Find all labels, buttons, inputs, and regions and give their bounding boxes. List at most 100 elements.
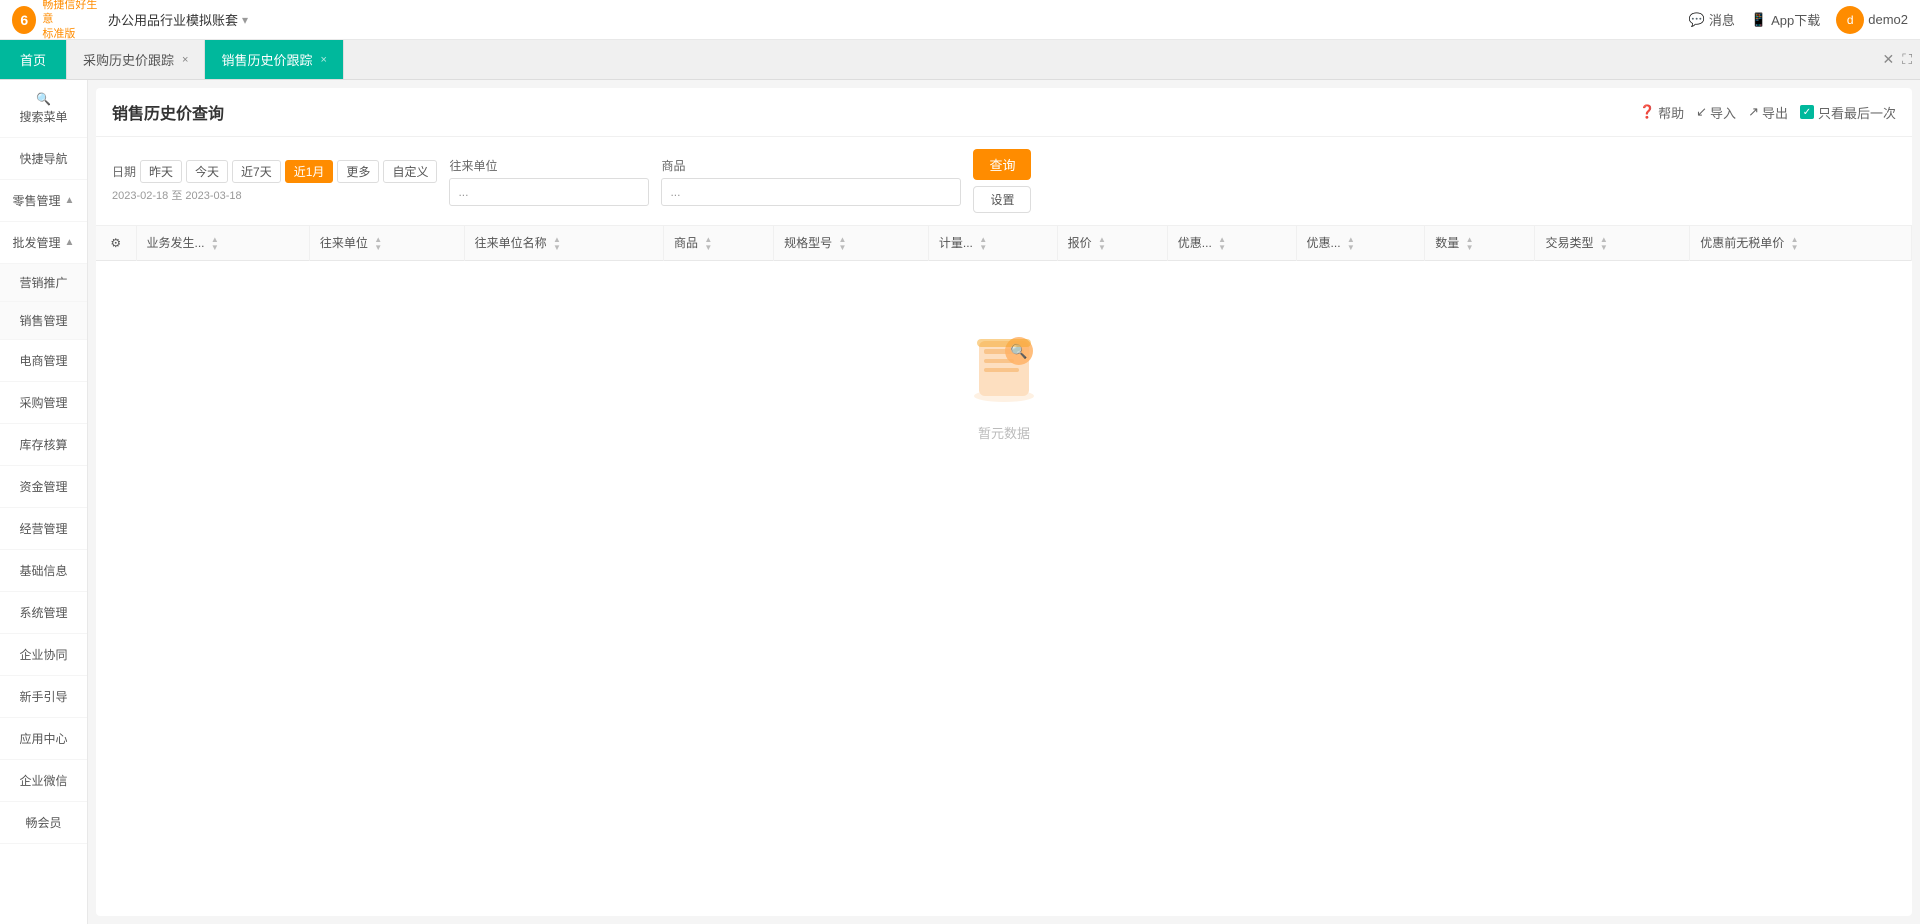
- help-btn[interactable]: ❓ 帮助: [1639, 103, 1684, 122]
- partner-input[interactable]: ...: [449, 178, 649, 206]
- sidebar-item-search[interactable]: 🔍 搜索菜单: [0, 80, 87, 138]
- date-btn-7days[interactable]: 近7天: [232, 160, 281, 183]
- only-last-checkbox[interactable]: ✓ 只看最后一次: [1800, 103, 1896, 122]
- close-all-tabs-icon[interactable]: ✕: [1882, 51, 1894, 68]
- sidebar-item-sales[interactable]: 销售管理: [0, 302, 87, 340]
- phone-icon: 📱: [1751, 12, 1767, 28]
- sidebar-item-enterprise[interactable]: 企业协同: [0, 634, 87, 676]
- sidebar-item-inventory[interactable]: 库存核算: [0, 424, 87, 466]
- th-quote[interactable]: 报价 ▲ ▼: [1057, 226, 1167, 260]
- sidebar-item-quick-nav[interactable]: 快捷导航: [0, 138, 87, 180]
- search-icon: 🔍: [36, 92, 51, 106]
- filter-actions: 查询 设置: [973, 149, 1031, 213]
- sidebar-item-wechat[interactable]: 企业微信: [0, 760, 87, 802]
- th-trade-type[interactable]: 交易类型 ▲ ▼: [1535, 226, 1690, 260]
- logo-text: 畅捷信好生意 标准版: [42, 0, 100, 41]
- close-sales-tab-icon[interactable]: ×: [320, 54, 326, 66]
- query-button[interactable]: 查询: [973, 149, 1031, 180]
- page-header: 销售历史价查询 ❓ 帮助 ↙ 导入 ↗ 导出 ✓: [96, 88, 1912, 137]
- th-discount1[interactable]: 优惠... ▲ ▼: [1167, 226, 1296, 260]
- export-btn[interactable]: ↗ 导出: [1748, 103, 1788, 122]
- partner-filter: 往来单位 ...: [449, 157, 649, 206]
- topbar: 6 畅捷信好生意 标准版 办公用品行业模拟账套 ▾ 💬 消息 📱 App下载 d…: [0, 0, 1920, 40]
- user-btn[interactable]: d demo2: [1836, 6, 1908, 34]
- sidebar-item-member[interactable]: 畅会员: [0, 802, 87, 844]
- th-pre-tax-price[interactable]: 优惠前无税单价 ▲ ▼: [1690, 226, 1912, 260]
- sidebar-item-basic[interactable]: 基础信息: [0, 550, 87, 592]
- topbar-right: 💬 消息 📱 App下载 d demo2: [1689, 6, 1908, 34]
- sort-partner-name[interactable]: ▲ ▼: [553, 236, 561, 252]
- tab-purchase-history[interactable]: 采购历史价跟踪 ×: [67, 40, 205, 79]
- product-filter: 商品 ...: [661, 157, 961, 206]
- message-icon: 💬: [1689, 12, 1705, 28]
- page: 销售历史价查询 ❓ 帮助 ↙ 导入 ↗ 导出 ✓: [96, 88, 1912, 916]
- sidebar-item-system[interactable]: 系统管理: [0, 592, 87, 634]
- th-partner-name[interactable]: 往来单位名称 ▲ ▼: [464, 226, 663, 260]
- date-btn-yesterday[interactable]: 昨天: [140, 160, 182, 183]
- filter-area: 日期 昨天 今天 近7天 近1月 更多 自定义 2023-02-18 至 202…: [96, 137, 1912, 226]
- th-unit[interactable]: 计量... ▲ ▼: [928, 226, 1057, 260]
- sidebar-item-purchase[interactable]: 采购管理: [0, 382, 87, 424]
- sort-spec[interactable]: ▲ ▼: [838, 236, 846, 252]
- sort-qty[interactable]: ▲ ▼: [1466, 236, 1474, 252]
- tab-home[interactable]: 首页: [0, 40, 67, 79]
- sort-discount2[interactable]: ▲ ▼: [1347, 236, 1355, 252]
- sidebar-item-wholesale[interactable]: 批发管理 ▲: [0, 222, 87, 264]
- date-btn-more[interactable]: 更多: [337, 160, 379, 183]
- th-settings[interactable]: ⚙: [96, 226, 136, 260]
- th-qty[interactable]: 数量 ▲ ▼: [1425, 226, 1535, 260]
- expand-icon[interactable]: ⛶: [1902, 51, 1912, 68]
- sort-quote[interactable]: ▲ ▼: [1098, 236, 1106, 252]
- date-range: 2023-02-18 至 2023-03-18: [112, 187, 437, 203]
- help-icon: ❓: [1639, 104, 1655, 120]
- settings-button[interactable]: 设置: [973, 186, 1031, 213]
- logo-icon: 6: [12, 6, 36, 34]
- import-icon: ↙: [1696, 104, 1707, 120]
- th-discount2[interactable]: 优惠... ▲ ▼: [1296, 226, 1425, 260]
- sort-biz-date[interactable]: ▲ ▼: [211, 236, 219, 252]
- th-partner-code[interactable]: 往来单位 ▲ ▼: [309, 226, 464, 260]
- chevron-up-icon: ▲: [65, 195, 75, 206]
- account-selector[interactable]: 办公用品行业模拟账套 ▾: [108, 10, 1681, 29]
- chevron-down-icon: ▾: [242, 13, 248, 27]
- import-btn[interactable]: ↙ 导入: [1696, 103, 1736, 122]
- sort-partner-code[interactable]: ▲ ▼: [374, 236, 382, 252]
- app-download-btn[interactable]: 📱 App下载: [1751, 10, 1820, 29]
- message-btn[interactable]: 💬 消息: [1689, 10, 1735, 29]
- sort-unit[interactable]: ▲ ▼: [979, 236, 987, 252]
- sidebar-item-operation[interactable]: 经营管理: [0, 508, 87, 550]
- logo-area: 6 畅捷信好生意 标准版: [12, 0, 100, 41]
- sidebar-item-marketing[interactable]: 营销推广: [0, 264, 87, 302]
- date-btn-today[interactable]: 今天: [186, 160, 228, 183]
- table-wrapper: ⚙ 业务发生... ▲ ▼ 往来单位: [96, 226, 1912, 916]
- chevron-up-icon2: ▲: [65, 237, 75, 248]
- partner-label: 往来单位: [449, 157, 649, 174]
- sort-product[interactable]: ▲ ▼: [704, 236, 712, 252]
- checkbox-checked-icon: ✓: [1800, 105, 1814, 119]
- sidebar-item-finance[interactable]: 资金管理: [0, 466, 87, 508]
- data-table: ⚙ 业务发生... ▲ ▼ 往来单位: [96, 226, 1912, 261]
- empty-state: 🔍 暂元数据: [96, 261, 1912, 502]
- sidebar-item-ecom[interactable]: 电商管理: [0, 340, 87, 382]
- th-biz-date[interactable]: 业务发生... ▲ ▼: [136, 226, 309, 260]
- sidebar-item-newbie[interactable]: 新手引导: [0, 676, 87, 718]
- product-label: 商品: [661, 157, 961, 174]
- tab-sales-history[interactable]: 销售历史价跟踪 ×: [205, 40, 343, 79]
- th-product[interactable]: 商品 ▲ ▼: [663, 226, 773, 260]
- product-input[interactable]: ...: [661, 178, 961, 206]
- sidebar-item-app-center[interactable]: 应用中心: [0, 718, 87, 760]
- empty-illustration: 🔍: [959, 321, 1049, 411]
- main-layout: 🔍 搜索菜单 快捷导航 零售管理 ▲ 批发管理 ▲ 营销推广 销售管理 电商管理…: [0, 80, 1920, 924]
- date-btn-custom[interactable]: 自定义: [383, 160, 437, 183]
- date-btn-1month[interactable]: 近1月: [285, 160, 334, 183]
- page-header-actions: ❓ 帮助 ↙ 导入 ↗ 导出 ✓ 只看最后一次: [1639, 103, 1896, 122]
- page-title: 销售历史价查询: [112, 100, 224, 124]
- sort-pre-tax-price[interactable]: ▲ ▼: [1791, 236, 1799, 252]
- th-spec[interactable]: 规格型号 ▲ ▼: [774, 226, 929, 260]
- table-header-row: ⚙ 业务发生... ▲ ▼ 往来单位: [96, 226, 1912, 260]
- sidebar-item-retail[interactable]: 零售管理 ▲: [0, 180, 87, 222]
- close-purchase-tab-icon[interactable]: ×: [182, 54, 188, 66]
- sort-discount1[interactable]: ▲ ▼: [1218, 236, 1226, 252]
- sort-trade-type[interactable]: ▲ ▼: [1600, 236, 1608, 252]
- tabbar-controls: ✕ ⛶: [1874, 40, 1920, 79]
